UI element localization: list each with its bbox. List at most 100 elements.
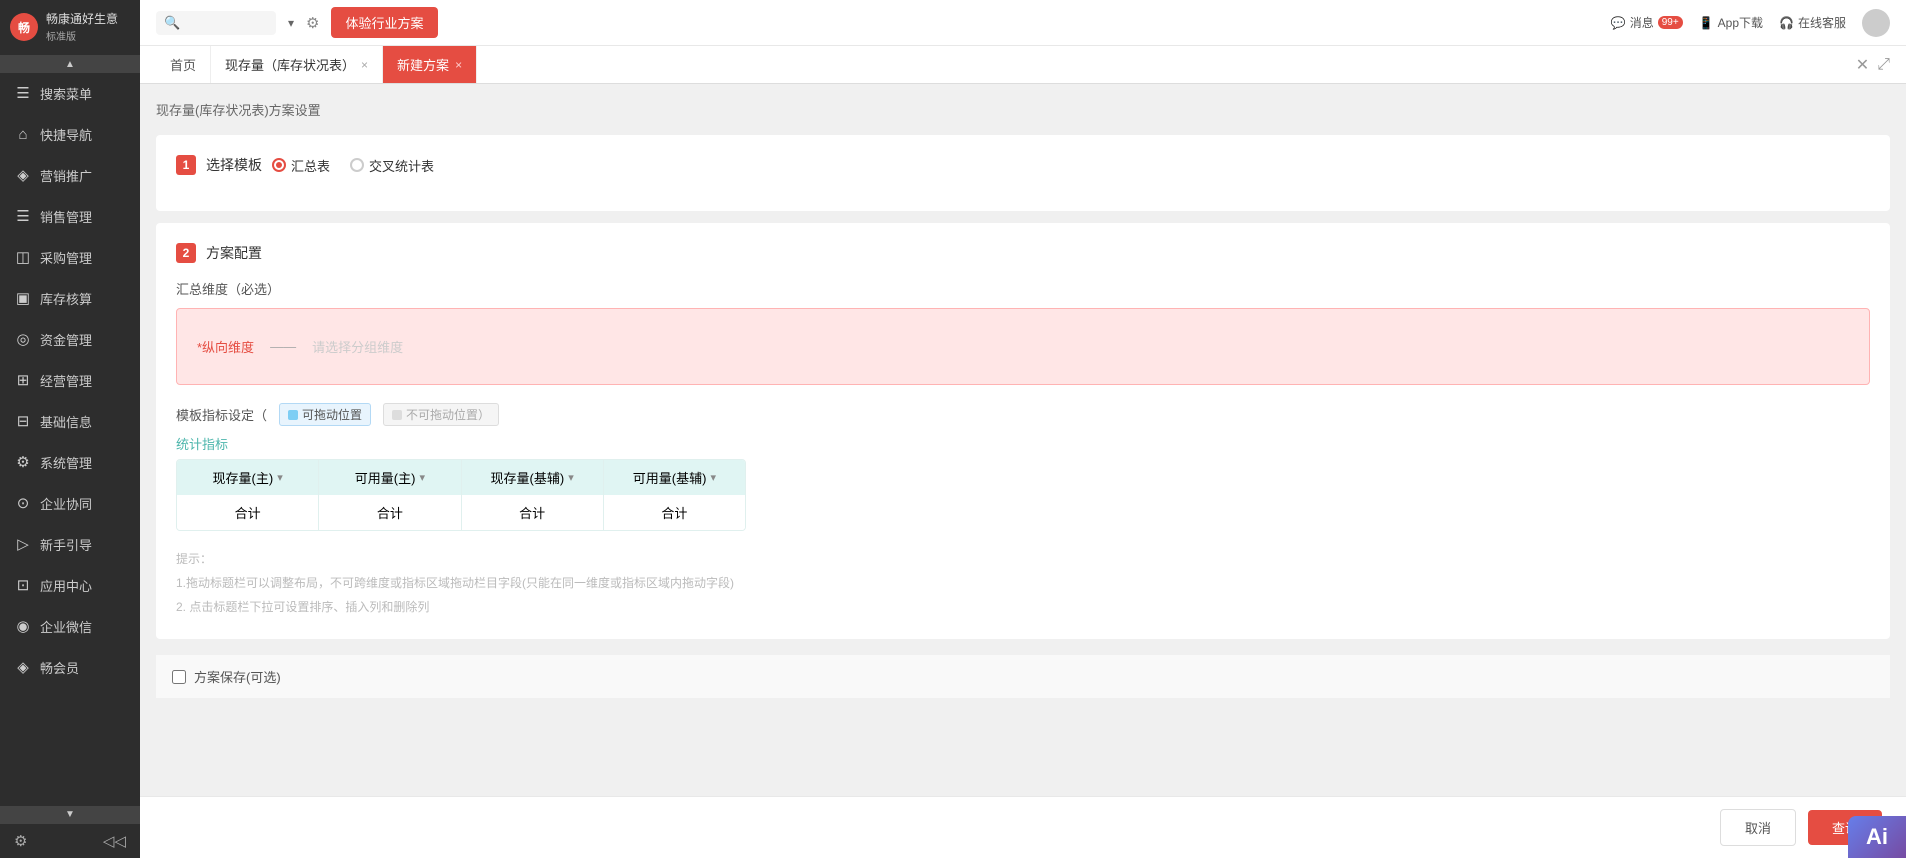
tabs-bar: 首页 现存量（库存状况表） × 新建方案 × ✕ ⤢ — [140, 46, 1906, 84]
app-download-btn[interactable]: 📱 App下载 — [1699, 14, 1763, 31]
chevron-down-icon-2[interactable]: ▾ — [419, 471, 425, 484]
basic-info-icon: ⊟ — [14, 412, 32, 430]
stats-col-header-2[interactable]: 可用量(主) ▾ — [319, 460, 461, 495]
sidebar-item-search-menu[interactable]: ☰ 搜索菜单 — [0, 73, 140, 114]
messages-btn[interactable]: 💬 消息 99+ — [1611, 14, 1683, 31]
sidebar-item-app-center[interactable]: ⊡ 应用中心 — [0, 565, 140, 606]
sidebar-item-newbie[interactable]: ▷ 新手引导 — [0, 524, 140, 565]
dimension-arrow: —— — [270, 339, 296, 354]
topbar-dropdown[interactable]: ▾ — [288, 16, 294, 30]
stats-table-body: 合计 合计 合计 合计 — [177, 495, 745, 530]
stats-col-sub-label-2: 合计 — [377, 503, 403, 522]
user-avatar[interactable] — [1862, 9, 1890, 37]
stats-col-sub-label-3: 合计 — [519, 503, 545, 522]
sidebar-item-label: 销售管理 — [40, 207, 92, 226]
stats-col-label-3: 现存量(基辅) — [491, 468, 565, 487]
sidebar-item-quick-nav[interactable]: ⌂ 快捷导航 — [0, 114, 140, 155]
stats-col-header-1[interactable]: 现存量(主) ▾ — [177, 460, 319, 495]
stats-col-sub-1: 合计 — [177, 495, 319, 530]
inventory-icon: ▣ — [14, 289, 32, 307]
main-content: 🔍 ▾ ⚙ 体验行业方案 💬 消息 99+ 📱 App下载 🎧 在线客服 — [140, 0, 1906, 858]
ai-badge[interactable]: Ai — [1848, 816, 1906, 858]
stats-col-sub-3: 合计 — [462, 495, 604, 530]
cancel-button[interactable]: 取消 — [1720, 809, 1796, 846]
sidebar-item-operations[interactable]: ⊞ 经营管理 — [0, 360, 140, 401]
sidebar-item-inventory[interactable]: ▣ 库存核算 — [0, 278, 140, 319]
sidebar-item-marketing[interactable]: ◈ 营销推广 — [0, 155, 140, 196]
sidebar-item-finance[interactable]: ◎ 资金管理 — [0, 319, 140, 360]
operations-icon: ⊞ — [14, 371, 32, 389]
sidebar-item-label: 新手引导 — [40, 535, 92, 554]
sidebar-item-purchase[interactable]: ◫ 采购管理 — [0, 237, 140, 278]
app-center-icon: ⊡ — [14, 576, 32, 594]
stats-table-header: 现存量(主) ▾ 可用量(主) ▾ 现存量(基辅) ▾ 可用量(基辅) ▾ — [177, 460, 745, 495]
radio-summary-circle — [272, 158, 286, 172]
brand-name: 畅康通好生意 — [46, 12, 118, 28]
search-input[interactable] — [186, 16, 266, 30]
service-icon: 🎧 — [1779, 16, 1794, 30]
settings-bottom-icon[interactable]: ⚙ — [14, 832, 27, 850]
system-icon: ⚙ — [14, 453, 32, 471]
sidebar-scroll-down[interactable]: ▼ — [0, 806, 140, 823]
sidebar-item-label: 系统管理 — [40, 453, 92, 472]
non-draggable-tag: 不可拖动位置） — [383, 403, 499, 426]
tab-new-scheme[interactable]: 新建方案 × — [383, 46, 477, 83]
close-panel-icon[interactable]: ✕ — [1856, 55, 1869, 75]
stats-col-sub-label-1: 合计 — [235, 503, 261, 522]
section1-title: 选择模板 — [206, 155, 262, 175]
tab-inventory[interactable]: 现存量（库存状况表） × — [211, 46, 383, 83]
stats-col-header-3[interactable]: 现存量(基辅) ▾ — [462, 460, 604, 495]
dropdown-chevron-icon: ▾ — [288, 16, 294, 30]
stats-col-sub-label-4: 合计 — [661, 503, 687, 522]
topbar-right: 💬 消息 99+ 📱 App下载 🎧 在线客服 — [1611, 9, 1890, 37]
chevron-down-icon-1[interactable]: ▾ — [277, 471, 283, 484]
online-service-btn[interactable]: 🎧 在线客服 — [1779, 14, 1846, 31]
expand-panel-icon[interactable]: ⤢ — [1877, 56, 1890, 74]
home-icon: ⌂ — [14, 126, 32, 143]
sidebar-item-sales[interactable]: ☰ 销售管理 — [0, 196, 140, 237]
wechat-icon: ◉ — [14, 617, 32, 635]
message-icon: 💬 — [1611, 16, 1626, 30]
tips-title: 提示： — [176, 547, 1870, 571]
tip-2: 2. 点击标题栏下拉可设置排序、插入列和删除列 — [176, 595, 1870, 619]
app-download-label: App下载 — [1718, 14, 1763, 31]
sidebar-item-label: 库存核算 — [40, 289, 92, 308]
audio-icon[interactable]: ◁◁ — [103, 832, 126, 850]
sales-icon: ☰ — [14, 207, 32, 225]
sidebar-item-cooperation[interactable]: ⊙ 企业协同 — [0, 483, 140, 524]
sidebar-item-label: 采购管理 — [40, 248, 92, 267]
member-icon: ◈ — [14, 658, 32, 676]
industry-btn[interactable]: 体验行业方案 — [331, 7, 437, 38]
tab-home[interactable]: 首页 — [156, 46, 211, 83]
newbie-icon: ▷ — [14, 535, 32, 553]
sidebar-item-wechat[interactable]: ◉ 企业微信 — [0, 606, 140, 647]
stats-col-sub-4: 合计 — [604, 495, 745, 530]
gear-icon[interactable]: ⚙ — [306, 14, 319, 32]
sidebar-scroll-up[interactable]: ▲ — [0, 56, 140, 73]
save-checkbox[interactable] — [172, 670, 186, 684]
stats-table: 现存量(主) ▾ 可用量(主) ▾ 现存量(基辅) ▾ 可用量(基辅) ▾ — [176, 459, 746, 531]
chevron-down-icon-4[interactable]: ▾ — [710, 471, 716, 484]
sidebar-item-basic-info[interactable]: ⊟ 基础信息 — [0, 401, 140, 442]
purchase-icon: ◫ — [14, 248, 32, 266]
stats-col-header-4[interactable]: 可用量(基辅) ▾ — [604, 460, 745, 495]
tab-new-scheme-close-icon[interactable]: × — [455, 58, 462, 72]
save-checkbox-label: 方案保存(可选) — [194, 667, 281, 686]
gift-icon: ◈ — [14, 166, 32, 184]
sidebar-item-member[interactable]: ◈ 畅会员 — [0, 647, 140, 688]
sidebar-item-system[interactable]: ⚙ 系统管理 — [0, 442, 140, 483]
tab-inventory-close-icon[interactable]: × — [361, 58, 368, 72]
brand-sub: 标准版 — [46, 28, 118, 43]
section2-card: 2 方案配置 汇总维度（必选） *纵向维度 —— 请选择分组维度 模板指标设定（… — [156, 223, 1890, 639]
sidebar-item-label: 搜索菜单 — [40, 84, 92, 103]
chevron-down-icon-3[interactable]: ▾ — [568, 471, 574, 484]
sidebar-item-label: 畅会员 — [40, 658, 79, 677]
search-box[interactable]: 🔍 — [156, 11, 276, 35]
tips-section: 提示： 1.拖动标题栏可以调整布局，不可跨维度或指标区域拖动栏目字段(只能在同一… — [176, 547, 1870, 619]
radio-summary[interactable]: 汇总表 — [272, 156, 330, 175]
section2-number: 2 — [176, 243, 196, 263]
dimension-box[interactable]: *纵向维度 —— 请选择分组维度 — [176, 308, 1870, 385]
search-icon: 🔍 — [164, 15, 180, 31]
messages-badge: 99+ — [1658, 16, 1683, 29]
radio-crosstab[interactable]: 交叉统计表 — [350, 156, 434, 175]
